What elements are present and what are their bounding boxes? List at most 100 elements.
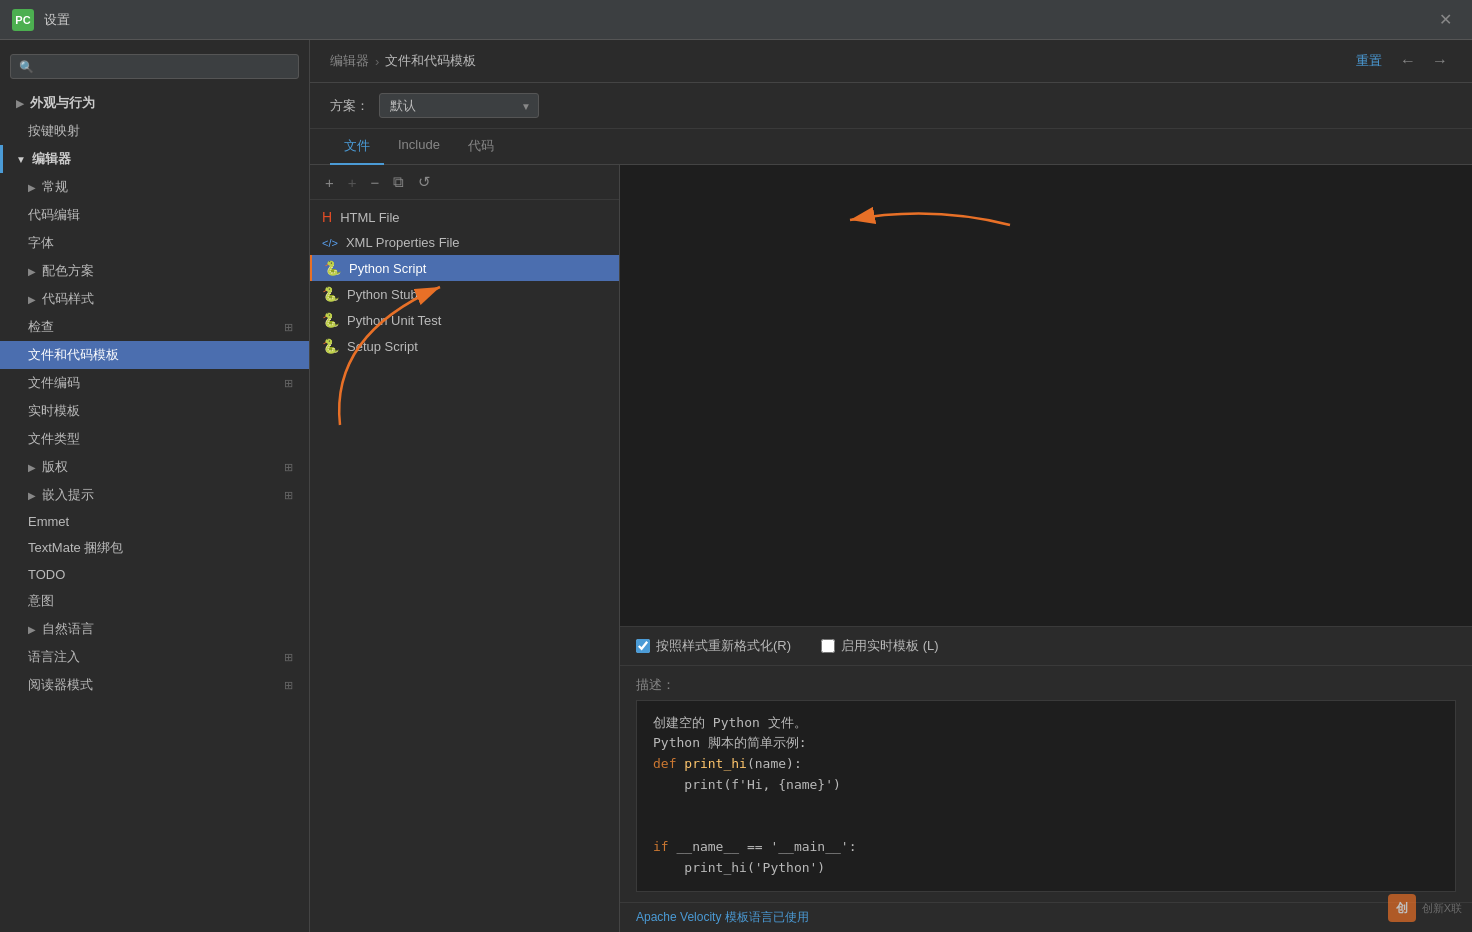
- list-item[interactable]: 🐍 Python Unit Test: [310, 307, 619, 333]
- sidebar-item-keymap[interactable]: 按键映射: [0, 117, 309, 145]
- sidebar-item-label: 语言注入: [28, 648, 80, 666]
- main-panel: 编辑器 › 文件和代码模板 重置 ← → 方案： 默认: [310, 40, 1472, 932]
- editor-area: [620, 165, 1472, 626]
- sidebar-item-color-scheme[interactable]: ▶ 配色方案: [0, 257, 309, 285]
- arrow-icon: ▼: [16, 154, 26, 165]
- sidebar-item-intentions[interactable]: 意图: [0, 587, 309, 615]
- sidebar-item-natural-language[interactable]: ▶ 自然语言: [0, 615, 309, 643]
- sidebar-item-file-encoding[interactable]: 文件编码 ⊞: [0, 369, 309, 397]
- file-item-label: Python Script: [349, 261, 426, 276]
- search-icon: 🔍: [19, 60, 34, 74]
- add-template-button[interactable]: +: [320, 172, 339, 193]
- close-button[interactable]: ✕: [1431, 6, 1460, 33]
- scheme-select[interactable]: 默认: [379, 93, 539, 118]
- titlebar: PC 设置 ✕: [0, 0, 1472, 40]
- reset-template-button[interactable]: ↺: [413, 171, 436, 193]
- footer-link[interactable]: Apache Velocity: [636, 910, 721, 924]
- file-item-label: Python Unit Test: [347, 313, 441, 328]
- reformat-label: 按照样式重新格式化(R): [656, 637, 791, 655]
- sidebar-item-code-style[interactable]: ▶ 代码样式: [0, 285, 309, 313]
- sidebar-item-label: TextMate 捆绑包: [28, 539, 123, 557]
- tab-include[interactable]: Include: [384, 129, 454, 165]
- python-icon: 🐍: [322, 338, 339, 354]
- window: PC 设置 ✕ 🔍 ▶ 外观与行为 按键映射 ▼ 编辑器 ▶: [0, 0, 1472, 932]
- sidebar-item-label: 文件和代码模板: [28, 346, 119, 364]
- sidebar-item-appearance[interactable]: ▶ 外观与行为: [0, 89, 309, 117]
- ext-icon: ⊞: [284, 461, 293, 474]
- tabs-row: 文件 Include 代码: [310, 129, 1472, 165]
- reformat-checkbox[interactable]: [636, 639, 650, 653]
- window-title: 设置: [44, 11, 1431, 29]
- ext-icon: ⊞: [284, 651, 293, 664]
- sidebar-item-file-templates[interactable]: 文件和代码模板: [0, 341, 309, 369]
- sidebar-item-live-templates[interactable]: 实时模板: [0, 397, 309, 425]
- file-item-label: Python Stub: [347, 287, 418, 302]
- desc-line: Python 脚本的简单示例:: [653, 735, 807, 750]
- desc-line: if: [653, 839, 676, 854]
- sidebar-item-textmate[interactable]: TextMate 捆绑包: [0, 534, 309, 562]
- list-item[interactable]: 🐍 Setup Script: [310, 333, 619, 359]
- sidebar-item-lang-inject[interactable]: 语言注入 ⊞: [0, 643, 309, 671]
- search-box: 🔍: [10, 54, 299, 79]
- description-label: 描述：: [636, 676, 1456, 694]
- arrow-icon: ▶: [28, 462, 36, 473]
- sidebar-item-reader-mode[interactable]: 阅读器模式 ⊞: [0, 671, 309, 699]
- desc-line: print_hi: [684, 756, 747, 771]
- breadcrumb-separator: ›: [375, 54, 379, 69]
- scheme-label: 方案：: [330, 97, 369, 115]
- sidebar-item-label: 配色方案: [42, 262, 94, 280]
- watermark-logo: 创: [1388, 894, 1416, 922]
- sidebar-item-label: 常规: [42, 178, 68, 196]
- scheme-select-wrap: 默认: [379, 93, 539, 118]
- watermark-text: 创新X联: [1422, 901, 1462, 916]
- sidebar-item-label: 检查: [28, 318, 54, 336]
- sidebar-item-inlay-hints[interactable]: ▶ 嵌入提示 ⊞: [0, 481, 309, 509]
- reset-button[interactable]: 重置: [1350, 50, 1388, 72]
- sidebar-item-label: 嵌入提示: [42, 486, 94, 504]
- live-template-checkbox[interactable]: [821, 639, 835, 653]
- sidebar: 🔍 ▶ 外观与行为 按键映射 ▼ 编辑器 ▶ 常规 代码编辑: [0, 40, 310, 932]
- list-item[interactable]: </> XML Properties File: [310, 230, 619, 255]
- right-pane: 按照样式重新格式化(R) 启用实时模板 (L) 描述： 创建空的 Python …: [620, 165, 1472, 932]
- remove-template-button[interactable]: −: [366, 172, 385, 193]
- ext-icon: ⊞: [284, 489, 293, 502]
- sidebar-item-general[interactable]: ▶ 常规: [0, 173, 309, 201]
- xml-icon: </>: [322, 237, 338, 249]
- list-item[interactable]: H HTML File: [310, 204, 619, 230]
- sidebar-item-emmet[interactable]: Emmet: [0, 509, 309, 534]
- back-button[interactable]: ←: [1396, 50, 1420, 72]
- description-content: 创建空的 Python 文件。 Python 脚本的简单示例: def prin…: [636, 700, 1456, 892]
- sidebar-item-label: 代码编辑: [28, 206, 80, 224]
- sidebar-item-file-types[interactable]: 文件类型: [0, 425, 309, 453]
- sidebar-item-label: 按键映射: [28, 122, 80, 140]
- ext-icon: ⊞: [284, 321, 293, 334]
- header-actions: 重置 ← →: [1350, 50, 1452, 72]
- sidebar-item-editor[interactable]: ▼ 编辑器: [0, 145, 309, 173]
- sidebar-item-label: 实时模板: [28, 402, 80, 420]
- sidebar-item-todo[interactable]: TODO: [0, 562, 309, 587]
- live-template-checkbox-label[interactable]: 启用实时模板 (L): [821, 637, 939, 655]
- sidebar-item-code-edit[interactable]: 代码编辑: [0, 201, 309, 229]
- forward-button[interactable]: →: [1428, 50, 1452, 72]
- list-item[interactable]: 🐍 Python Stub: [310, 281, 619, 307]
- reformat-checkbox-label[interactable]: 按照样式重新格式化(R): [636, 637, 791, 655]
- sidebar-item-copyright[interactable]: ▶ 版权 ⊞: [0, 453, 309, 481]
- sidebar-item-font[interactable]: 字体: [0, 229, 309, 257]
- app-icon: PC: [12, 9, 34, 31]
- desc-line: print_hi('Python'): [653, 860, 825, 875]
- add-sub-button[interactable]: +: [343, 172, 362, 193]
- arrow-icon: ▶: [28, 266, 36, 277]
- tab-code[interactable]: 代码: [454, 129, 508, 165]
- file-list: H HTML File </> XML Properties File 🐍 Py…: [310, 200, 619, 932]
- main-header: 编辑器 › 文件和代码模板 重置 ← →: [310, 40, 1472, 83]
- python-icon: 🐍: [322, 286, 339, 302]
- sidebar-item-inspection[interactable]: 检查 ⊞: [0, 313, 309, 341]
- tab-file[interactable]: 文件: [330, 129, 384, 165]
- breadcrumb: 编辑器 › 文件和代码模板: [330, 52, 1350, 70]
- list-item[interactable]: 🐍 Python Script: [310, 255, 619, 281]
- arrow-icon: ▶: [16, 98, 24, 109]
- copy-template-button[interactable]: ⧉: [388, 171, 409, 193]
- sidebar-item-label: 版权: [42, 458, 68, 476]
- search-input[interactable]: [40, 59, 290, 74]
- sidebar-item-label: 意图: [28, 592, 54, 610]
